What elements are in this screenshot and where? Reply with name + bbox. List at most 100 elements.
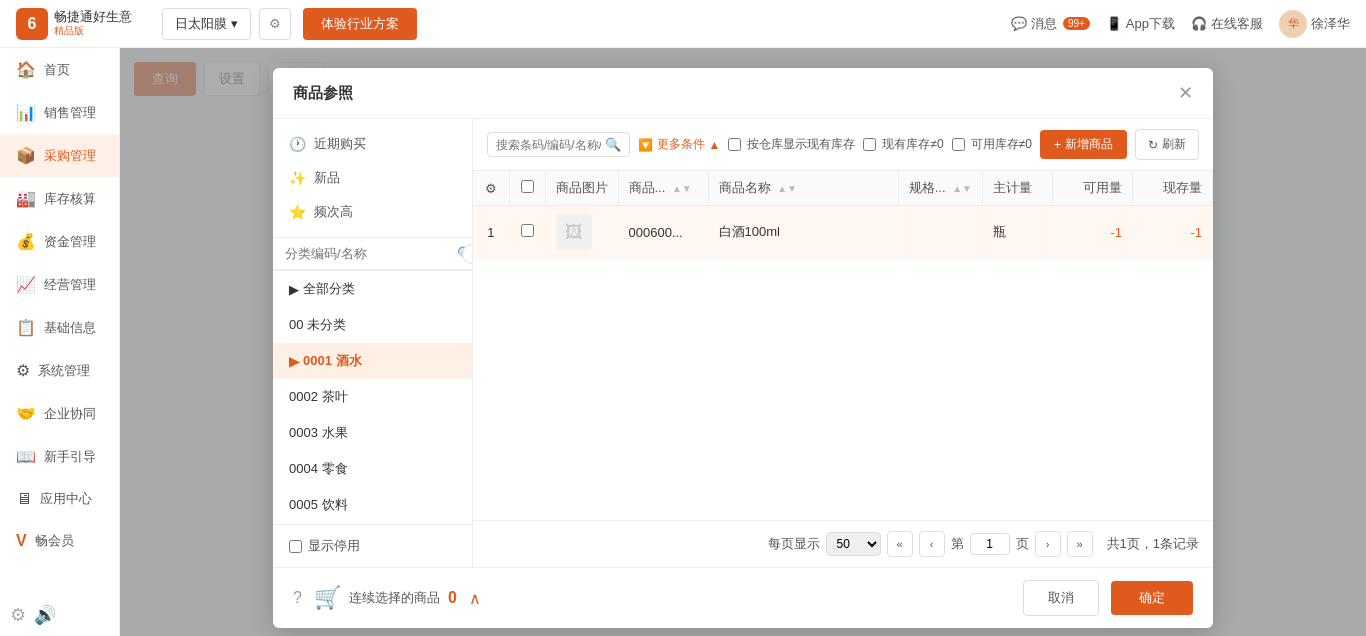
table-row[interactable]: 1 🖼 000600... 白酒100ml [473,206,1213,259]
speaker-icon[interactable]: 🔊 [34,604,56,626]
sidebar-purchase-label: 采购管理 [44,147,96,165]
help-icon[interactable]: ? [293,589,302,607]
gear-icon: ⚙ [269,16,281,31]
col-code-header[interactable]: 商品... ▲▼ [618,171,708,206]
row-unit-cell: 瓶 [983,206,1053,259]
sidebar-item-apps[interactable]: 🖥 应用中心 [0,478,119,520]
trial-btn[interactable]: 体验行业方案 [303,8,417,40]
messages-item[interactable]: 💬 消息 99+ [1011,15,1090,33]
add-product-button[interactable]: + 新增商品 [1040,130,1127,159]
per-page-select[interactable]: 50 10 20 100 [826,532,881,556]
collapse-footer-button[interactable]: ∧ [469,589,481,608]
filter-label: 更多条件 [657,136,705,153]
category-search-box: 🔍 [273,238,472,270]
category-snacks[interactable]: 0004 零食 [273,451,472,487]
sidebar-item-home[interactable]: 🏠 首页 [0,48,119,91]
refresh-button[interactable]: ↻ 刷新 [1135,129,1199,160]
sidebar-item-guide[interactable]: 📖 新手引导 [0,435,119,478]
sidebar-item-finance[interactable]: 💰 资金管理 [0,220,119,263]
confirm-button[interactable]: 确定 [1111,581,1193,615]
user-profile[interactable]: 华 徐泽华 [1279,10,1350,38]
row-check-cell[interactable] [509,206,545,259]
top-nav: 6 畅捷通好生意 精品版 日太阳膜 ▾ ⚙ 体验行业方案 💬 消息 99+ 📱 … [0,0,1366,48]
col-spec-header[interactable]: 规格... ▲▼ [898,171,982,206]
last-page-button[interactable]: » [1067,531,1093,557]
tab-frequent[interactable]: ⭐ 频次高 [273,195,472,229]
display-disabled-checkbox[interactable] [289,540,302,553]
logo-sub: 精品版 [54,24,132,38]
check-warehouse-label: 按仓库显示现有库存 [747,136,855,153]
apps-icon: 🖥 [16,490,32,508]
page-word: 第 [951,535,964,553]
filter-button[interactable]: 🔽 更多条件 ▲ [638,136,721,153]
message-icon: 💬 [1011,16,1027,31]
cart-icon[interactable]: 🛒 [314,585,341,611]
check-nonzero-available-input[interactable] [952,138,965,151]
check-warehouse-input[interactable] [728,138,741,151]
row-checkbox[interactable] [521,224,534,237]
sidebar-item-member[interactable]: V 畅会员 [0,520,119,562]
category-snacks-label: 0004 零食 [289,460,348,478]
gear-button[interactable]: ⚙ [259,8,291,40]
sidebar-item-cooperation[interactable]: 🤝 企业协同 [0,392,119,435]
sidebar-system-label: 系统管理 [38,362,90,380]
next-page-button[interactable]: › [1035,531,1061,557]
sidebar-member-label: 畅会员 [35,532,74,550]
messages-badge: 99+ [1063,17,1090,30]
sidebar-inventory-label: 库存核算 [44,190,96,208]
row-code-cell: 000600... [618,206,708,259]
tab-new-products[interactable]: ✨ 新品 [273,161,472,195]
tab-recent-purchase[interactable]: 🕐 近期购买 [273,127,472,161]
check-nonzero-stock-input[interactable] [863,138,876,151]
row-name-cell: 白酒100ml [708,206,898,259]
category-unclassified[interactable]: 00 未分类 [273,307,472,343]
sidebar-item-basics[interactable]: 📋 基础信息 [0,306,119,349]
category-liquor[interactable]: ▶ 0001 酒水 [273,343,472,379]
category-search-input[interactable] [285,246,453,261]
category-tea[interactable]: 0002 茶叶 [273,379,472,415]
sort-name-icon: ▲▼ [777,184,797,194]
settings-bottom-icon[interactable]: ⚙ [10,604,26,626]
prev-page-button[interactable]: ‹ [919,531,945,557]
left-panel: 🕐 近期购买 ✨ 新品 ⭐ 频次高 [273,119,473,567]
sidebar-bottom: ⚙ 🔊 [0,594,119,636]
product-search-input[interactable] [496,138,601,152]
sidebar-item-purchase[interactable]: 📦 采购管理 [0,134,119,177]
select-all-checkbox[interactable] [521,180,534,193]
cancel-button[interactable]: 取消 [1023,580,1099,616]
col-name-header[interactable]: 商品名称 ▲▼ [708,171,898,206]
col-stock-header: 现存量 [1133,171,1213,206]
sidebar-item-operations[interactable]: 📈 经营管理 [0,263,119,306]
page-number-input[interactable] [970,533,1010,555]
system-icon: ⚙ [16,361,30,380]
chevron-down-icon: ▾ [231,16,238,31]
modal-title: 商品参照 [293,84,353,103]
arrow-right-icon: ▶ [289,282,299,297]
total-info: 共1页，1条记录 [1107,535,1199,553]
category-beverages[interactable]: 0005 饮料 [273,487,472,523]
category-unclassified-label: 00 未分类 [289,316,346,334]
col-settings-header[interactable]: ⚙ [473,171,509,206]
first-page-button[interactable]: « [887,531,913,557]
app-download-item[interactable]: 📱 App下载 [1106,15,1175,33]
row-available-cell: -1 [1053,206,1133,259]
inventory-icon: 🏭 [16,189,36,208]
main-layout: 🏠 首页 📊 销售管理 📦 采购管理 🏭 库存核算 💰 资金管理 📈 经营管理 … [0,48,1366,636]
category-fruit[interactable]: 0003 水果 [273,415,472,451]
sales-icon: 📊 [16,103,36,122]
sort-spec-icon: ▲▼ [952,184,972,194]
category-all[interactable]: ▶ 全部分类 [273,271,472,307]
per-page-label: 每页显示 [768,535,820,553]
purchase-icon: 📦 [16,146,36,165]
product-search-icon[interactable]: 🔍 [605,137,621,152]
sidebar-item-inventory[interactable]: 🏭 库存核算 [0,177,119,220]
headset-icon: 🎧 [1191,16,1207,31]
sidebar-item-system[interactable]: ⚙ 系统管理 [0,349,119,392]
check-nonzero-available-group: 可用库存≠0 [952,136,1032,153]
modal-close-button[interactable]: ✕ [1178,82,1193,104]
col-check-header[interactable] [509,171,545,206]
messages-label: 消息 [1031,15,1057,33]
online-service-item[interactable]: 🎧 在线客服 [1191,15,1263,33]
sidebar-item-sales[interactable]: 📊 销售管理 [0,91,119,134]
nav-selector[interactable]: 日太阳膜 ▾ [162,8,251,40]
